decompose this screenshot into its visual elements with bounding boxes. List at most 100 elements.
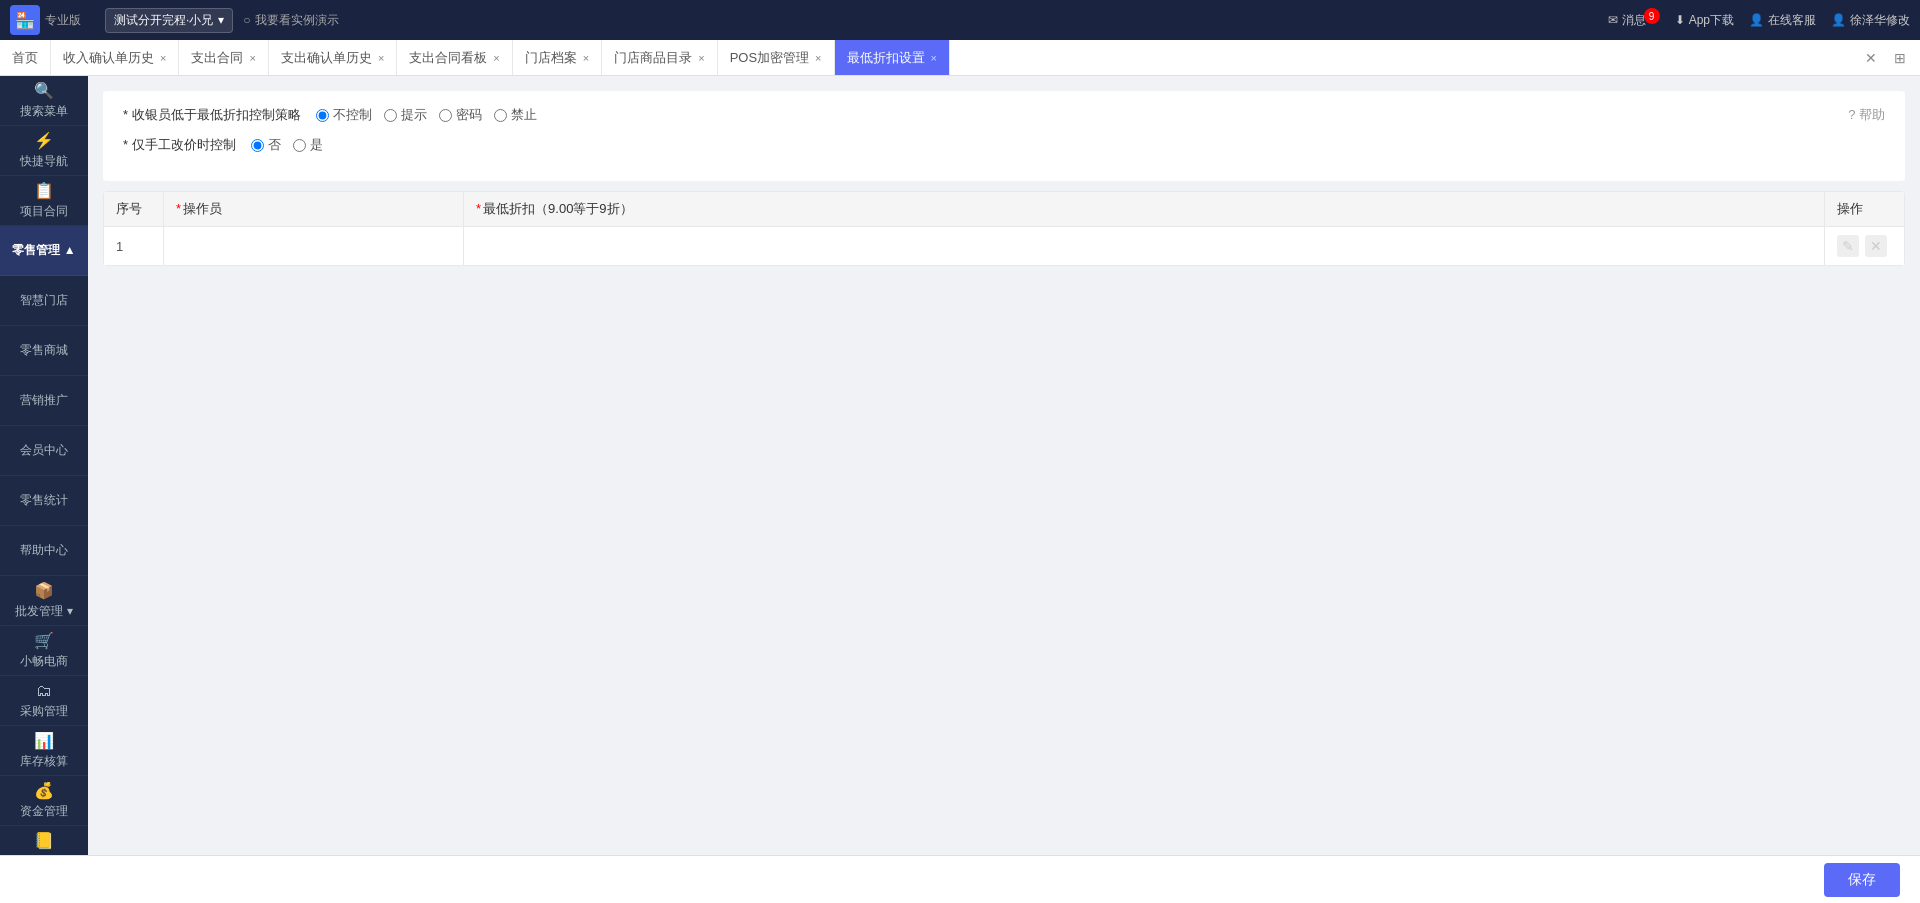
sidebar-item-retail-mall[interactable]: 零售商城 (0, 326, 88, 376)
sidebar-item-wholesale-label: 批发管理 ▾ (15, 603, 72, 620)
tab-pos-encrypt[interactable]: POS加密管理 × (718, 40, 835, 76)
sidebar-item-quicknav[interactable]: ⚡ 快捷导航 (0, 126, 88, 176)
sidebar-item-retail-mall-label: 零售商城 (20, 342, 68, 359)
sidebar-item-search[interactable]: 🔍 搜索菜单 (0, 76, 88, 126)
tabbar: 首页 收入确认单历史 × 支出合同 × 支出确认单历史 × 支出合同看板 × 门… (0, 40, 1920, 76)
sidebar-item-contract[interactable]: 📋 项目合同 (0, 176, 88, 226)
tab-expense-contract-label: 支出合同 (191, 49, 243, 67)
tab-expense-contract[interactable]: 支出合同 × (179, 40, 268, 76)
sidebar-item-marketing[interactable]: 营销推广 (0, 376, 88, 426)
manual-no-label: 否 (268, 136, 281, 154)
inventory-icon: 📊 (34, 731, 54, 750)
edit-button[interactable]: ✎ (1837, 235, 1859, 257)
sidebar-item-member[interactable]: 会员中心 (0, 426, 88, 476)
policy-no-control[interactable]: 不控制 (316, 106, 372, 124)
support-icon: 👤 (1749, 13, 1764, 27)
contract-icon: 📋 (34, 181, 54, 200)
sidebar-item-purchase-label: 采购管理 (20, 703, 68, 720)
policy-label: * 收银员低于最低折扣控制策略 (123, 106, 301, 124)
tab-expense-confirm-history-label: 支出确认单历史 (281, 49, 372, 67)
tab-expense-contract-board[interactable]: 支出合同看板 × (397, 40, 512, 76)
sidebar-item-retail[interactable]: 零售管理 ▲ (0, 226, 88, 276)
sidebar-item-finance[interactable]: 💰 资金管理 (0, 776, 88, 826)
sidebar-item-inventory[interactable]: 📊 库存核算 (0, 726, 88, 776)
close-icon[interactable]: × (583, 52, 589, 64)
manual-radio-group: 否 是 (251, 136, 323, 154)
manual-yes[interactable]: 是 (293, 136, 323, 154)
manual-yes-radio[interactable] (293, 139, 306, 152)
close-icon[interactable]: × (160, 52, 166, 64)
policy-remind-radio[interactable] (384, 109, 397, 122)
sidebar-item-purchase[interactable]: 🗂 采购管理 (0, 676, 88, 726)
sidebar-item-search-label: 搜索菜单 (20, 103, 68, 120)
tab-expense-confirm-history[interactable]: 支出确认单历史 × (269, 40, 397, 76)
flash-icon: ⚡ (34, 131, 54, 150)
wholesale-icon: 📦 (34, 581, 54, 600)
tab-min-discount-label: 最低折扣设置 (847, 49, 925, 67)
main-layout: 🔍 搜索菜单 ⚡ 快捷导航 📋 项目合同 零售管理 ▲ 智慧门店 零售商城 营销… (0, 76, 1920, 855)
close-icon[interactable]: × (493, 52, 499, 64)
app-download-label: App下载 (1689, 12, 1734, 29)
policy-no-control-label: 不控制 (333, 106, 372, 124)
policy-forbid-label: 禁止 (511, 106, 537, 124)
sidebar-item-member-label: 会员中心 (20, 442, 68, 459)
topbar-right: ✉ 消息 9 ⬇ App下载 👤 在线客服 👤 徐泽华修改 (1608, 12, 1910, 29)
online-support-button[interactable]: 👤 在线客服 (1749, 12, 1816, 29)
help-icon[interactable]: ? 帮助 (1848, 106, 1885, 124)
app-download-button[interactable]: ⬇ App下载 (1675, 12, 1734, 29)
tab-income-confirm-history[interactable]: 收入确认单历史 × (51, 40, 179, 76)
tab-expense-contract-board-label: 支出合同看板 (409, 49, 487, 67)
manual-no-radio[interactable] (251, 139, 264, 152)
delete-button[interactable]: ✕ (1865, 235, 1887, 257)
table-header-row: 序号 *操作员 *最低折扣（9.00等于9折） 操作 (104, 192, 1905, 227)
close-icon[interactable]: × (249, 52, 255, 64)
project-name: 测试分开完程·小兄 (114, 12, 213, 29)
sidebar-item-smart-store[interactable]: 智慧门店 (0, 276, 88, 326)
tab-store-products[interactable]: 门店商品目录 × (602, 40, 717, 76)
policy-no-control-radio[interactable] (316, 109, 329, 122)
policy-remind[interactable]: 提示 (384, 106, 427, 124)
tab-home[interactable]: 首页 (0, 40, 51, 76)
messages-label: 消息 (1622, 12, 1646, 29)
sidebar-item-wholesale[interactable]: 📦 批发管理 ▾ (0, 576, 88, 626)
policy-password-label: 密码 (456, 106, 482, 124)
tab-min-discount[interactable]: 最低折扣设置 × (835, 40, 950, 76)
sidebar-item-help-label: 帮助中心 (20, 542, 68, 559)
sidebar-item-retail-stats-label: 零售统计 (20, 492, 68, 509)
row-actions: ✎ ✕ (1837, 235, 1892, 257)
messages-button[interactable]: ✉ 消息 9 (1608, 12, 1660, 29)
tab-store-archive[interactable]: 门店档案 × (513, 40, 602, 76)
cell-index: 1 (104, 227, 164, 266)
sidebar-item-ecommerce[interactable]: 🛒 小畅电商 (0, 626, 88, 676)
close-icon[interactable]: × (698, 52, 704, 64)
chevron-down-icon: ▾ (218, 13, 224, 27)
sidebar-item-ecommerce-label: 小畅电商 (20, 653, 68, 670)
sidebar-item-retail-stats[interactable]: 零售统计 (0, 476, 88, 526)
policy-forbid[interactable]: 禁止 (494, 106, 537, 124)
form-card: * 收银员低于最低折扣控制策略 不控制 提示 密码 (103, 91, 1905, 181)
policy-password[interactable]: 密码 (439, 106, 482, 124)
close-icon[interactable]: × (931, 52, 937, 64)
demo-link[interactable]: ○ 我要看实例演示 (243, 12, 338, 29)
sidebar-item-help[interactable]: 帮助中心 (0, 526, 88, 576)
user-profile-button[interactable]: 👤 徐泽华修改 (1831, 12, 1910, 29)
sidebar-item-quicknav-label: 快捷导航 (20, 153, 68, 170)
close-icon[interactable]: × (378, 52, 384, 64)
policy-password-radio[interactable] (439, 109, 452, 122)
policy-forbid-radio[interactable] (494, 109, 507, 122)
logo: 🏪 专业版 (10, 5, 95, 35)
table-card: 序号 *操作员 *最低折扣（9.00等于9折） 操作 1 ✎ (103, 191, 1905, 266)
close-tab-button[interactable]: ✕ (1859, 46, 1883, 70)
policy-row: * 收银员低于最低折扣控制策略 不控制 提示 密码 (123, 106, 1885, 124)
close-icon[interactable]: × (815, 52, 821, 64)
manual-label: * 仅手工改价时控制 (123, 136, 236, 154)
manual-no[interactable]: 否 (251, 136, 281, 154)
col-header-action: 操作 (1825, 192, 1905, 227)
expand-tab-button[interactable]: ⊞ (1888, 46, 1912, 70)
download-icon: ⬇ (1675, 13, 1685, 27)
project-selector[interactable]: 测试分开完程·小兄 ▾ (105, 8, 233, 33)
sidebar-item-ledger[interactable]: 📒 总账管理 (0, 826, 88, 855)
sidebar-item-smart-store-label: 智慧门店 (20, 292, 68, 309)
finance-icon: 💰 (34, 781, 54, 800)
save-button[interactable]: 保存 (1824, 863, 1900, 897)
